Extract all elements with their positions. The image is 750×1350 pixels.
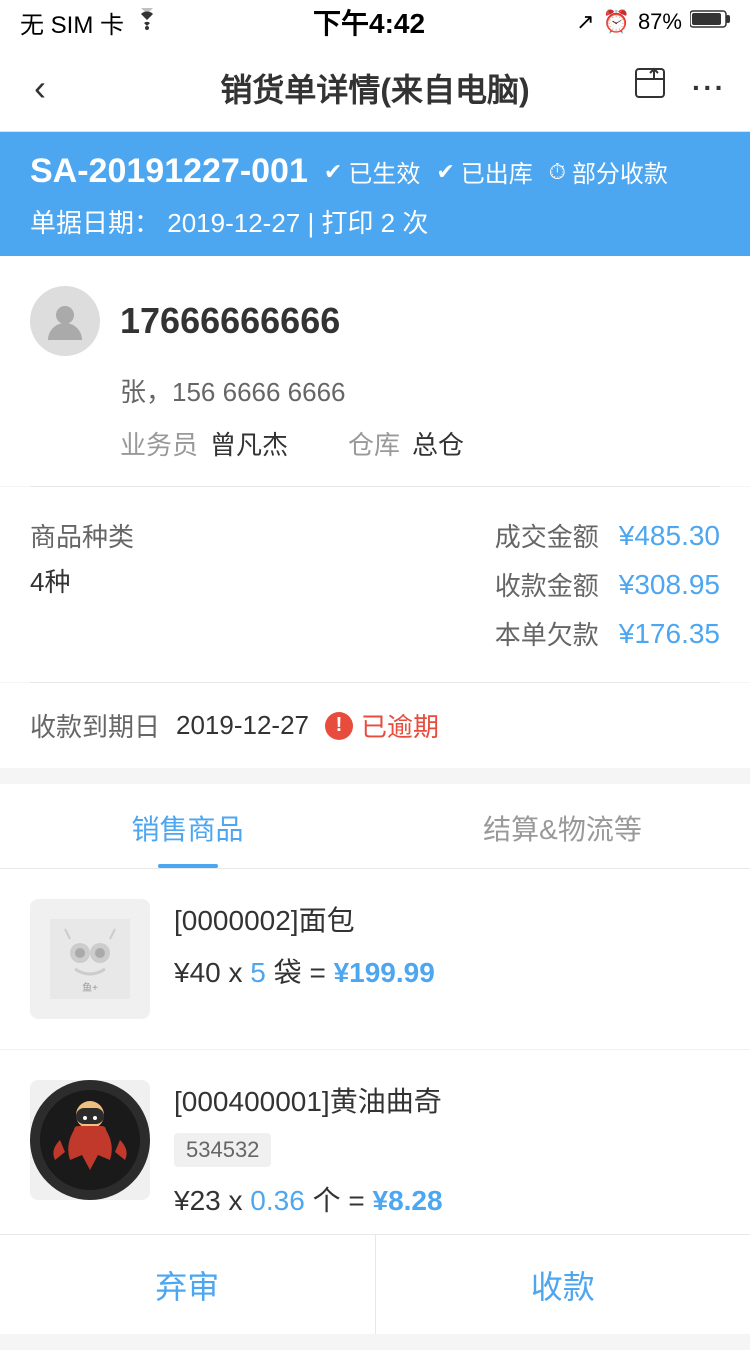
overdue-badge: ! 已逾期 <box>325 707 439 744</box>
wifi-icon <box>132 8 162 37</box>
battery-icon <box>690 9 730 35</box>
product-info-2: [000400001]黄油曲奇 534532 ¥23 x 0.36 个 = ¥8… <box>174 1080 720 1219</box>
status-left: 无 SIM 卡 <box>20 5 162 40</box>
bottom-bar: 弃审 收款 <box>0 1234 750 1334</box>
amount-label: 成交金额 <box>495 517 599 554</box>
type-value: 4种 <box>30 562 134 599</box>
owed-label: 本单欠款 <box>495 615 599 652</box>
status-right: ↗ ⏰ 87% <box>576 9 730 35</box>
location-icon: ↗ <box>576 9 594 35</box>
product-total-1: ¥199.99 <box>334 957 435 988</box>
check-icon-1: ✔ <box>324 159 342 185</box>
product-info-1: [0000002]面包 ¥40 x 5 袋 = ¥199.99 <box>174 899 720 991</box>
warehouse-label: 仓库 <box>348 425 400 462</box>
nav-actions: ··· <box>632 65 726 110</box>
nav-bar: ‹ 销货单详情(来自电脑) ··· <box>0 44 750 132</box>
collected-label: 收款金额 <box>495 566 599 603</box>
due-date-value: 2019-12-27 <box>176 710 309 741</box>
customer-section: 17666666666 张，156 6666 6666 业务员 曾凡杰 仓库 总… <box>0 256 750 486</box>
product-thumbnail-1: 鱼+ <box>30 899 150 1019</box>
product-price-2: ¥23 x 0.36 个 = ¥8.28 <box>174 1179 720 1219</box>
product-thumbnail-2 <box>30 1080 150 1200</box>
due-label: 收款到期日 <box>30 707 160 744</box>
avatar <box>30 286 100 356</box>
salesperson-value: 曾凡杰 <box>210 425 288 462</box>
due-date-section: 收款到期日 2019-12-27 ! 已逾期 <box>0 683 750 768</box>
back-button[interactable]: ‹ <box>24 57 56 119</box>
cancel-review-button[interactable]: 弃审 <box>0 1235 376 1334</box>
product-tag-2: 534532 <box>174 1133 271 1167</box>
overdue-icon: ! <box>325 712 353 740</box>
share-button[interactable] <box>632 65 668 110</box>
warehouse-value: 总仓 <box>412 425 464 462</box>
page-title: 销货单详情(来自电脑) <box>220 65 529 111</box>
sim-status: 无 SIM 卡 <box>20 5 124 40</box>
product-total-2: ¥8.28 <box>373 1185 443 1216</box>
tab-bar: 销售商品 结算&物流等 <box>0 784 750 869</box>
list-item: [000400001]黄油曲奇 534532 ¥23 x 0.36 个 = ¥8… <box>0 1050 750 1250</box>
product-price-1: ¥40 x 5 袋 = ¥199.99 <box>174 951 720 991</box>
order-header: SA-20191227-001 ✔ 已生效 ✔ 已出库 ⏱ 部分收款 单据日期：… <box>0 132 750 256</box>
status-bar: 无 SIM 卡 下午4:42 ↗ ⏰ 87% <box>0 0 750 44</box>
status-time: 下午4:42 <box>313 2 425 42</box>
status-badge-partial: ⏱ 部分收款 <box>549 154 668 189</box>
product-name-2: [000400001]黄油曲奇 <box>174 1080 720 1120</box>
status-badge-effective: ✔ 已生效 <box>324 154 420 189</box>
salesperson-label: 业务员 <box>120 425 198 462</box>
battery-level: 87% <box>638 9 682 35</box>
check-icon-2: ✔ <box>436 159 454 185</box>
status-badge-shipped: ✔ 已出库 <box>436 154 532 189</box>
svg-text:鱼+: 鱼+ <box>82 981 98 994</box>
list-item: 鱼+ [0000002]面包 ¥40 x 5 袋 = ¥199.99 <box>0 869 750 1050</box>
product-qty-2: 0.36 <box>250 1185 305 1216</box>
overdue-text: 已逾期 <box>361 707 439 744</box>
tab-settlement[interactable]: 结算&物流等 <box>375 784 750 868</box>
collected-value: ¥308.95 <box>619 569 720 601</box>
product-name-1: [0000002]面包 <box>174 899 720 939</box>
order-id: SA-20191227-001 <box>30 152 308 191</box>
product-qty-1: 5 <box>250 957 266 988</box>
customer-detail: 张，156 6666 6666 <box>30 372 720 409</box>
more-button[interactable]: ··· <box>692 72 726 104</box>
collect-payment-button[interactable]: 收款 <box>376 1235 750 1334</box>
amount-value: ¥485.30 <box>619 520 720 552</box>
alarm-icon: ⏰ <box>603 9 630 35</box>
clock-icon: ⏱ <box>549 159 566 185</box>
customer-id: 17666666666 <box>120 300 340 342</box>
customer-meta: 业务员 曾凡杰 仓库 总仓 <box>30 425 720 462</box>
order-date-info: 单据日期： 2019-12-27 | 打印 2 次 <box>30 203 720 240</box>
type-label: 商品种类 <box>30 517 134 554</box>
tab-sales[interactable]: 销售商品 <box>0 784 375 868</box>
summary-section: 商品种类 4种 成交金额 ¥485.30 收款金额 ¥308.95 本单欠款 ¥… <box>0 487 750 682</box>
product-list: 鱼+ [0000002]面包 ¥40 x 5 袋 = ¥199.99 <box>0 869 750 1250</box>
owed-value: ¥176.35 <box>619 618 720 650</box>
